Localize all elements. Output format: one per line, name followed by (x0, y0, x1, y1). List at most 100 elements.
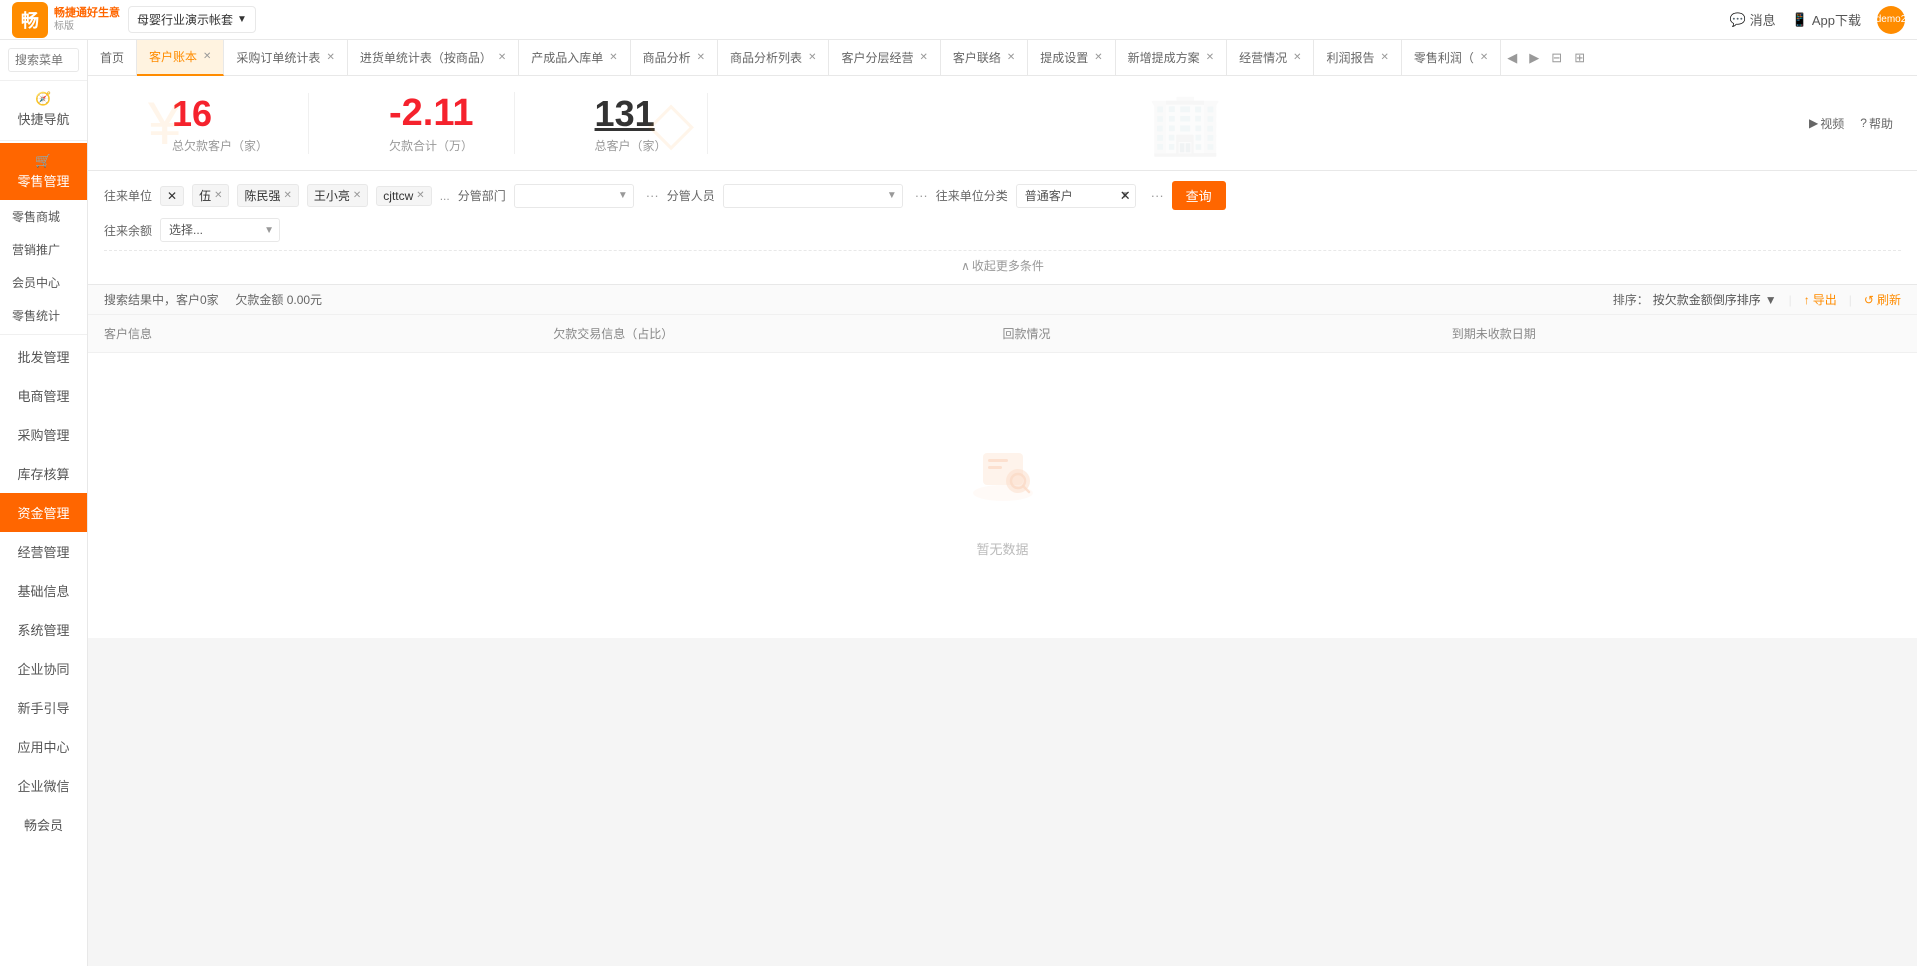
unit-class-clear[interactable]: ✕ (1120, 188, 1131, 204)
dept-select[interactable] (514, 184, 634, 208)
person-select-wrap (723, 184, 903, 208)
tab-close-icon-11[interactable]: ✕ (1293, 52, 1301, 63)
sidebar-item-quick-nav[interactable]: 🧭 快捷导航 (0, 81, 87, 138)
tab-home[interactable]: 首页 (88, 40, 137, 76)
person-select[interactable] (723, 184, 903, 208)
top-actions: 💬 消息 📱 App下载 demo2 (1729, 6, 1905, 34)
sidebar: 🧭 快捷导航 🛒 零售管理 零售商城 营销推广 会员中心 零售统计 批发管理 电… (0, 40, 88, 966)
sidebar-item-retail-mgmt[interactable]: 🛒 零售管理 (0, 143, 87, 200)
tab-close-icon-8[interactable]: ✕ (1007, 52, 1015, 63)
page-content: ¥ 16 总欠款客户（家） ◇ -2.11 欠款合计（万） 🏢 131 总客户（… (88, 76, 1917, 966)
refresh-button[interactable]: ↺ 刷新 (1864, 291, 1901, 308)
sidebar-item-inventory[interactable]: 库存核算 (0, 454, 87, 493)
sidebar-item-purchase[interactable]: 采购管理 (0, 415, 87, 454)
account-selector[interactable]: 母婴行业演示帐套 ▼ (128, 6, 256, 33)
avatar: demo2 (1877, 6, 1905, 34)
sort-value[interactable]: 按欠款金额倒序排序 (1653, 291, 1761, 308)
query-button[interactable]: 查询 (1172, 181, 1226, 210)
filter-tag-unit-wu: 伍 ✕ (192, 184, 229, 207)
tab-ops-status[interactable]: 经营情况 ✕ (1227, 40, 1314, 76)
unit-class-select-wrap: 普通客户 (1016, 184, 1136, 208)
result-bar: 搜索结果中，客户0家 欠款金额 0.00元 排序： 按欠款金额倒序排序 ▼ | … (88, 285, 1917, 315)
stat-icon-left: ¥ (148, 89, 181, 158)
tab-close-icon-4[interactable]: ✕ (609, 52, 617, 63)
sidebar-item-new-guide[interactable]: 新手引导 (0, 688, 87, 727)
sidebar-item-ecommerce[interactable]: 电商管理 (0, 376, 87, 415)
sidebar-item-app-center[interactable]: 应用中心 (0, 727, 87, 766)
tab-close-icon-10[interactable]: ✕ (1206, 52, 1214, 63)
app-download-button[interactable]: 📱 App下载 (1792, 10, 1861, 29)
logo-area: 畅 畅捷通好生意 标版 (12, 2, 120, 38)
more-filters-btn[interactable]: ... (440, 189, 450, 203)
tab-customer-layered[interactable]: 客户分层经营 ✕ (829, 40, 940, 76)
tab-profit-report[interactable]: 利润报告 ✕ (1314, 40, 1401, 76)
sidebar-item-member-center[interactable]: 会员中心 (0, 266, 87, 299)
compass-icon: 🧭 (35, 91, 51, 107)
sidebar-item-retail-stats[interactable]: 零售统计 (0, 299, 87, 332)
tab-retail-profit[interactable]: 零售利润（ ✕ (1402, 40, 1501, 76)
filter-area: 往来单位 ✕ 伍 ✕ 陈民强 ✕ 王小亮 (88, 171, 1917, 285)
balance-select[interactable]: 选择... (160, 218, 280, 242)
refresh-icon: ↺ (1864, 293, 1874, 307)
video-link[interactable]: ▶ 视频 (1809, 115, 1844, 132)
unit-class-select[interactable]: 普通客户 (1016, 184, 1136, 208)
tab-nav-prev[interactable]: ◀ (1501, 40, 1523, 76)
stat-block-debt: -2.11 欠款合计（万） (309, 92, 515, 154)
tab-product-analysis-list[interactable]: 商品分析列表 ✕ (718, 40, 829, 76)
sidebar-item-corp-collab[interactable]: 企业协同 (0, 649, 87, 688)
sidebar-item-finance[interactable]: 资金管理 (0, 493, 87, 532)
data-table: 客户信息 欠款交易信息（占比） 回款情况 到期未收款日期 (88, 315, 1917, 638)
filter-row-1: 往来单位 ✕ 伍 ✕ 陈民强 ✕ 王小亮 (104, 181, 1901, 210)
tab-close-icon-2[interactable]: ✕ (326, 52, 334, 63)
empty-state: 暂无数据 (88, 353, 1917, 638)
user-menu[interactable]: demo2 (1877, 6, 1905, 34)
message-button[interactable]: 💬 消息 (1729, 10, 1775, 29)
stat-value-debt: -2.11 (389, 92, 474, 135)
sidebar-item-member-plus[interactable]: 畅会员 (0, 805, 87, 844)
stats-right-actions: ▶ 视频 ? 帮助 (1809, 115, 1893, 132)
sidebar-search-area (0, 40, 87, 81)
tab-purchase-order-stats[interactable]: 采购订单统计表 ✕ (224, 40, 347, 76)
tab-expand-icon[interactable]: ⊞ (1568, 40, 1591, 76)
balance-select-wrap: 选择... (160, 218, 280, 242)
tab-close-icon-3[interactable]: ✕ (498, 52, 506, 63)
tab-close-icon-13[interactable]: ✕ (1480, 52, 1488, 63)
help-link[interactable]: ? 帮助 (1860, 115, 1893, 132)
export-button[interactable]: ↑ 导出 (1804, 291, 1837, 308)
tab-customer-contact[interactable]: 客户联络 ✕ (941, 40, 1028, 76)
search-input[interactable] (8, 48, 79, 72)
unit-class-filter-label: 往来单位分类 (936, 187, 1008, 204)
tag-close-cj[interactable]: ✕ (416, 190, 424, 201)
tab-close-icon-5[interactable]: ✕ (697, 52, 705, 63)
sidebar-item-corp-wechat[interactable]: 企业微信 (0, 766, 87, 805)
sidebar-item-wholesale-mgmt[interactable]: 批发管理 (0, 337, 87, 376)
chevron-down-icon: ▼ (237, 14, 247, 25)
tag-close-wang[interactable]: ✕ (353, 190, 361, 201)
sidebar-item-retail-shop[interactable]: 零售商城 (0, 200, 87, 233)
sidebar-item-ops[interactable]: 经营管理 (0, 532, 87, 571)
filter-row-2: 往来余额 选择... (104, 218, 1901, 242)
tab-collapse-icon[interactable]: ⊟ (1545, 40, 1568, 76)
sidebar-item-basic-info[interactable]: 基础信息 (0, 571, 87, 610)
collapse-button[interactable]: ∧ 收起更多条件 (961, 257, 1044, 274)
tab-close-icon-12[interactable]: ✕ (1381, 52, 1389, 63)
tab-new-commission[interactable]: 新增提成方案 ✕ (1116, 40, 1227, 76)
tab-stock-stats[interactable]: 进货单统计表（按商品） ✕ (348, 40, 519, 76)
tag-close-wu[interactable]: ✕ (214, 190, 222, 201)
tab-commission-settings[interactable]: 提成设置 ✕ (1028, 40, 1115, 76)
tab-close-icon[interactable]: ✕ (203, 51, 211, 62)
tab-customer-account[interactable]: 客户账本 ✕ (137, 40, 224, 76)
filter-tag-unit-chen: 陈民强 ✕ (237, 184, 298, 207)
sidebar-item-sys-mgmt[interactable]: 系统管理 (0, 610, 87, 649)
tab-close-icon-9[interactable]: ✕ (1094, 52, 1102, 63)
tab-production-stock[interactable]: 产成品入库单 ✕ (519, 40, 630, 76)
tag-close-chen[interactable]: ✕ (284, 190, 292, 201)
export-icon: ↑ (1804, 293, 1810, 307)
tab-nav-next[interactable]: ▶ (1523, 40, 1545, 76)
tab-product-analysis[interactable]: 商品分析 ✕ (631, 40, 718, 76)
divider: | (1789, 293, 1792, 307)
sort-selector: 排序： 按欠款金额倒序排序 ▼ (1613, 291, 1777, 308)
tab-close-icon-7[interactable]: ✕ (919, 52, 927, 63)
sidebar-item-marketing[interactable]: 营销推广 (0, 233, 87, 266)
tab-close-icon-6[interactable]: ✕ (808, 52, 816, 63)
